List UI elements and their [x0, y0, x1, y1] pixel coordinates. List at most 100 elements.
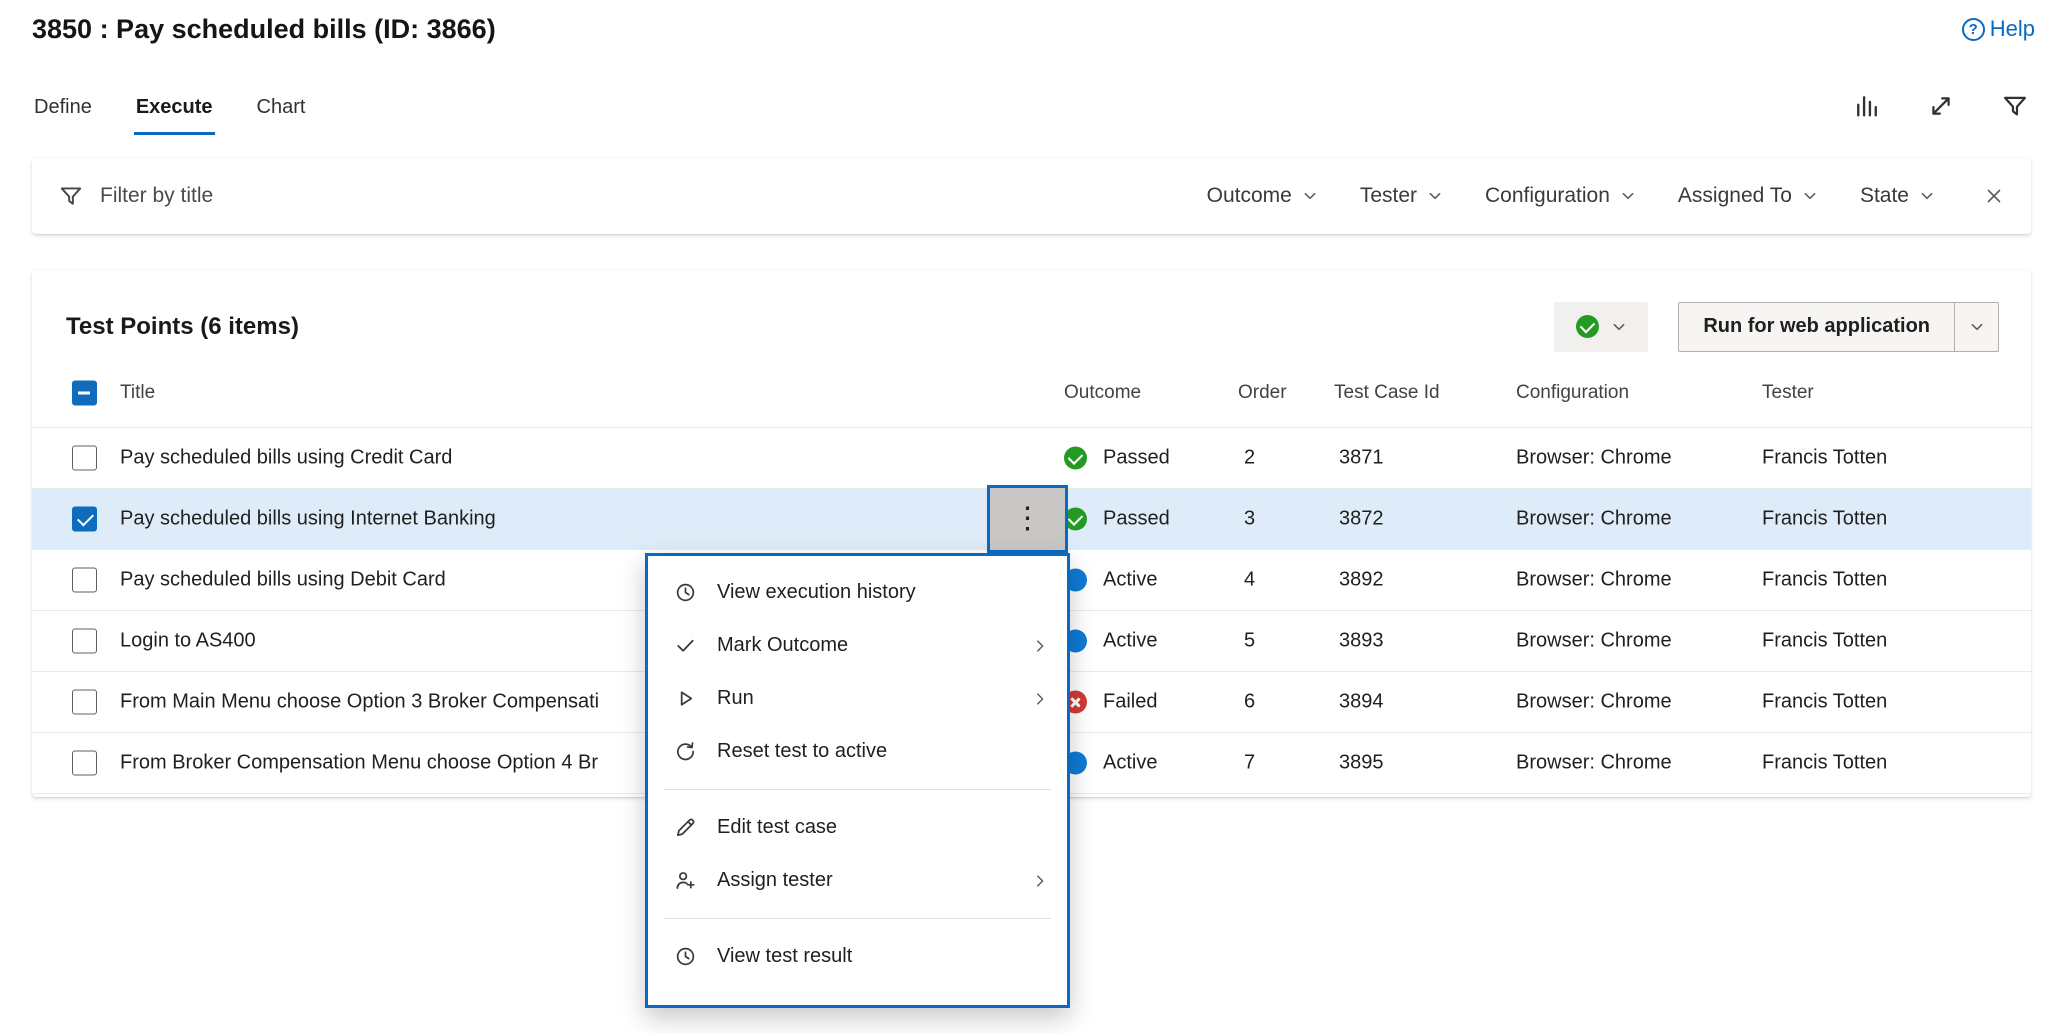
table-row-selected[interactable]: Pay scheduled bills using Internet Banki…: [32, 489, 2031, 550]
chevron-down-icon: [1620, 188, 1636, 204]
mark-outcome-quick-button[interactable]: [1554, 302, 1648, 352]
outcome-label: Active: [1103, 630, 1157, 653]
edit-icon: [674, 816, 697, 839]
filter-bar: Outcome Tester Configuration Assigned To…: [32, 158, 2031, 234]
chevron-right-icon: [1031, 872, 1049, 890]
filter-icon[interactable]: [2001, 92, 2029, 120]
menu-divider: [664, 918, 1051, 919]
menu-item-view-execution-history[interactable]: View execution history: [648, 566, 1067, 619]
page-title: 3850 : Pay scheduled bills (ID: 3866): [32, 14, 496, 45]
row-test-case-id: 3894: [1339, 691, 1384, 714]
row-title: Login to AS400: [120, 630, 256, 653]
filter-by-title-icon: [58, 183, 84, 209]
chevron-down-icon: [1611, 319, 1627, 335]
outcome-label: Active: [1103, 752, 1157, 775]
test-plan-execute-page: 3850 : Pay scheduled bills (ID: 3866) ? …: [0, 0, 2063, 1033]
menu-item-edit-test-case[interactable]: Edit test case: [648, 801, 1067, 854]
menu-item-run[interactable]: Run: [648, 672, 1067, 725]
row-checkbox[interactable]: [72, 568, 97, 593]
column-header-title[interactable]: Title: [120, 382, 155, 404]
assign-user-icon: [674, 869, 697, 892]
column-header-order[interactable]: Order: [1238, 382, 1287, 404]
column-header-configuration[interactable]: Configuration: [1516, 382, 1629, 404]
passed-outcome-icon: [1576, 315, 1599, 338]
row-outcome: Passed: [1064, 508, 1170, 531]
row-test-case-id: 3871: [1339, 447, 1384, 470]
row-order: 4: [1244, 569, 1255, 592]
row-test-case-id: 3872: [1339, 508, 1384, 531]
filter-dropdown-tester[interactable]: Tester: [1360, 184, 1443, 208]
column-header-tester[interactable]: Tester: [1762, 382, 1814, 404]
row-tester: Francis Totten: [1762, 447, 1887, 470]
toolbar-icons: [1853, 92, 2029, 120]
ellipsis-icon: ⋮: [1013, 504, 1043, 534]
column-chart-icon[interactable]: [1853, 92, 1881, 120]
row-outcome: Active: [1064, 630, 1157, 653]
menu-divider: [664, 789, 1051, 790]
row-order: 2: [1244, 447, 1255, 470]
clear-filter-icon[interactable]: [1983, 185, 2005, 207]
outcome-icon: [1064, 447, 1087, 470]
row-checkbox[interactable]: [72, 446, 97, 471]
row-checkbox[interactable]: [72, 690, 97, 715]
chevron-down-icon: [1302, 188, 1318, 204]
history-icon: [674, 581, 697, 604]
filter-dropdown-assigned-to[interactable]: Assigned To: [1678, 184, 1818, 208]
row-title: From Main Menu choose Option 3 Broker Co…: [120, 691, 599, 714]
filter-dropdowns: Outcome Tester Configuration Assigned To…: [1207, 184, 1935, 208]
row-order: 5: [1244, 630, 1255, 653]
row-configuration: Browser: Chrome: [1516, 447, 1672, 470]
row-context-menu: View execution history Mark Outcome Run …: [645, 553, 1070, 1008]
chevron-down-icon: [1427, 188, 1443, 204]
run-button-label: Run for web application: [1679, 303, 1954, 351]
row-order: 6: [1244, 691, 1255, 714]
row-outcome: Passed: [1064, 447, 1170, 470]
play-icon: [674, 687, 697, 710]
filter-dropdown-outcome[interactable]: Outcome: [1207, 184, 1318, 208]
test-points-heading: Test Points (6 items): [66, 313, 299, 341]
test-points-actions: Run for web application: [1554, 302, 1999, 352]
chevron-down-icon: [1802, 188, 1818, 204]
tab-chart[interactable]: Chart: [255, 86, 308, 135]
tab-define[interactable]: Define: [32, 86, 94, 135]
menu-item-mark-outcome[interactable]: Mark Outcome: [648, 619, 1067, 672]
table-row[interactable]: Pay scheduled bills using Credit Card Pa…: [32, 428, 2031, 489]
select-all-checkbox[interactable]: [72, 380, 97, 405]
row-test-case-id: 3893: [1339, 630, 1384, 653]
filter-dropdown-state[interactable]: State: [1860, 184, 1935, 208]
row-checkbox-checked[interactable]: [72, 507, 97, 532]
column-header-outcome[interactable]: Outcome: [1064, 382, 1141, 404]
fullscreen-icon[interactable]: [1927, 92, 1955, 120]
run-for-web-application-button[interactable]: Run for web application: [1678, 302, 1999, 352]
history-icon: [674, 945, 697, 968]
row-configuration: Browser: Chrome: [1516, 630, 1672, 653]
menu-item-view-test-result[interactable]: View test result: [648, 930, 1067, 983]
row-configuration: Browser: Chrome: [1516, 569, 1672, 592]
row-title: Pay scheduled bills using Debit Card: [120, 569, 446, 592]
row-tester: Francis Totten: [1762, 691, 1887, 714]
filter-dropdown-configuration[interactable]: Configuration: [1485, 184, 1636, 208]
column-header-test-case-id[interactable]: Test Case Id: [1334, 382, 1440, 404]
chevron-right-icon: [1031, 690, 1049, 708]
filter-by-title-input[interactable]: [100, 184, 1207, 208]
row-tester: Francis Totten: [1762, 752, 1887, 775]
row-title: Pay scheduled bills using Internet Banki…: [120, 508, 496, 531]
run-button-dropdown[interactable]: [1954, 303, 1998, 351]
chevron-down-icon: [1969, 319, 1985, 335]
table-header-row: Title Outcome Order Test Case Id Configu…: [32, 358, 2031, 428]
check-icon: [674, 634, 697, 657]
row-order: 7: [1244, 752, 1255, 775]
row-checkbox[interactable]: [72, 751, 97, 776]
row-outcome: Failed: [1064, 691, 1157, 714]
help-link[interactable]: ? Help: [1962, 16, 2035, 42]
menu-item-reset-test-to-active[interactable]: Reset test to active: [648, 725, 1067, 778]
menu-item-assign-tester[interactable]: Assign tester: [648, 854, 1067, 907]
chevron-right-icon: [1031, 637, 1049, 655]
outcome-label: Active: [1103, 569, 1157, 592]
tab-bar: Define Execute Chart: [32, 86, 307, 135]
row-checkbox[interactable]: [72, 629, 97, 654]
row-configuration: Browser: Chrome: [1516, 508, 1672, 531]
row-test-case-id: 3892: [1339, 569, 1384, 592]
more-options-button[interactable]: ⋮: [987, 485, 1068, 553]
tab-execute[interactable]: Execute: [134, 86, 215, 135]
